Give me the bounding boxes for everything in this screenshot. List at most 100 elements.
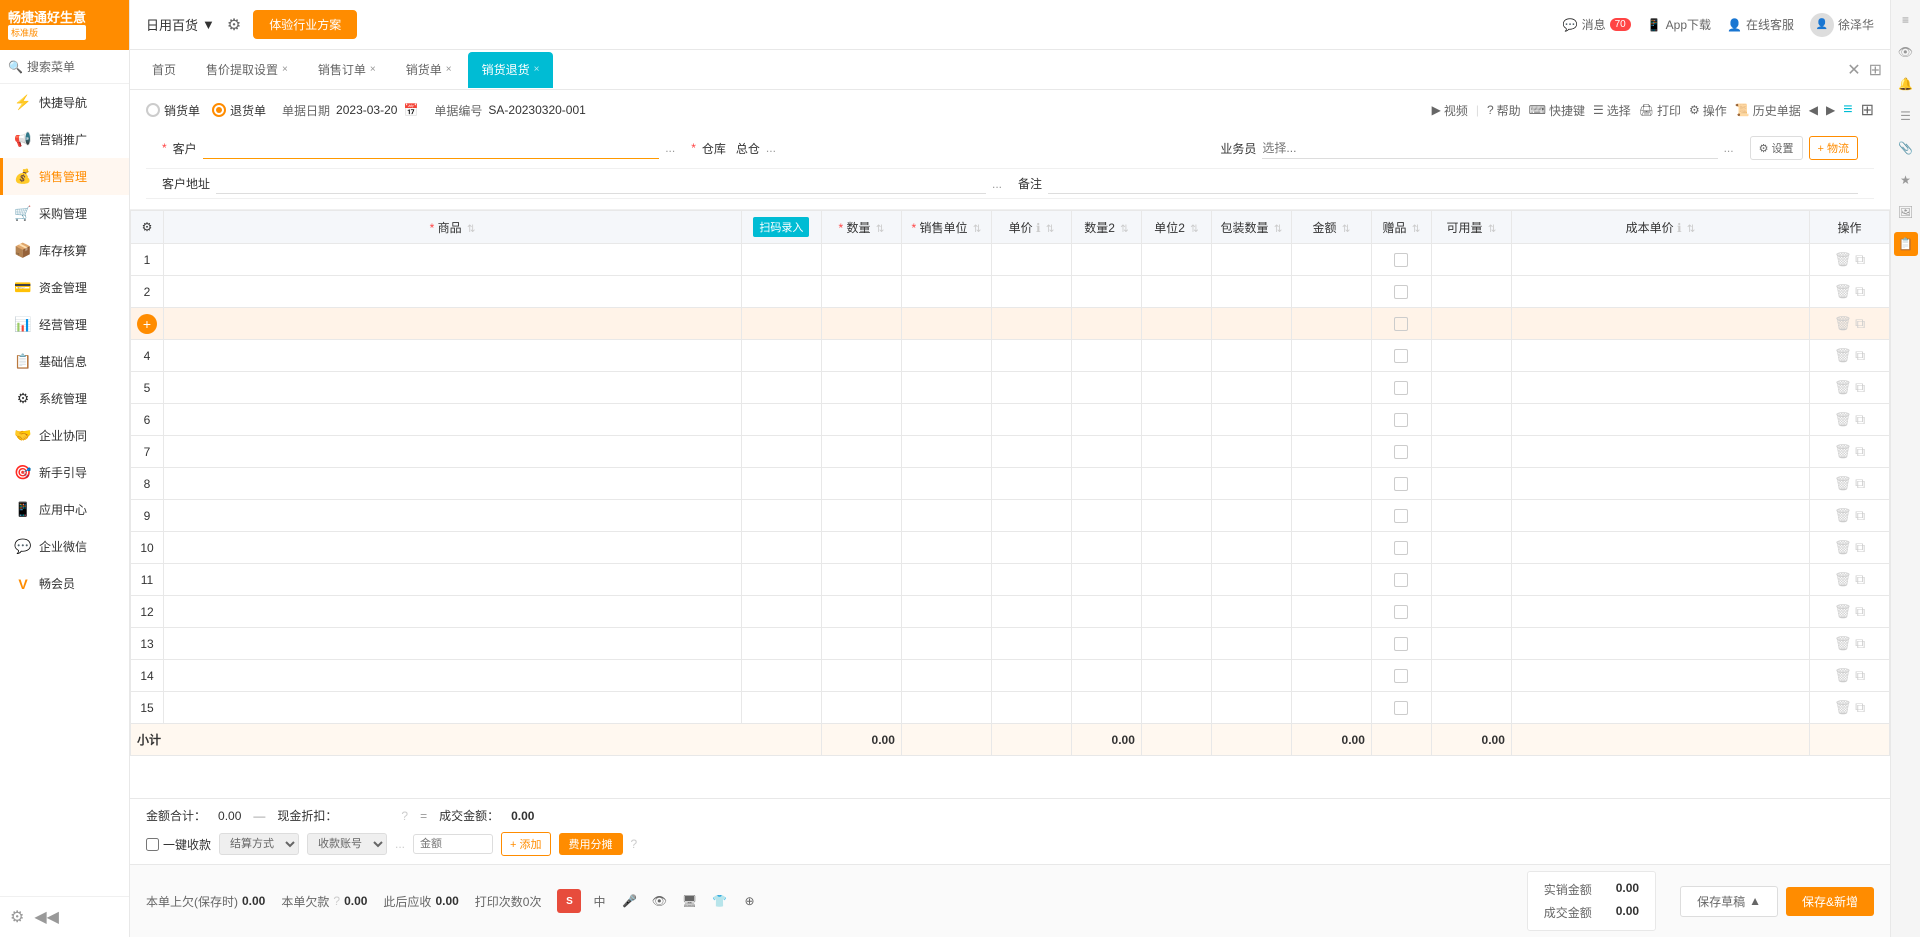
sidebar-item-sales[interactable]: 💰 销售管理 [0,158,129,195]
gift-checkbox[interactable] [1394,381,1408,395]
cell-qty[interactable] [821,532,901,564]
delete-row-btn[interactable]: 🗑 [1834,635,1852,651]
copy-row-btn[interactable]: ⧉ [1855,315,1865,331]
cell-unit[interactable] [901,532,991,564]
cell-unit-price[interactable] [991,628,1071,660]
tool-monitor[interactable]: 🖥 [677,889,701,913]
add-row-btn[interactable]: + [137,314,157,334]
col-cost-info[interactable]: ℹ [1677,221,1682,235]
copy-row-btn[interactable]: ⧉ [1855,443,1865,459]
cell-cost-price[interactable] [1511,372,1809,404]
cell-unit[interactable] [901,628,991,660]
sidebar-item-enterprise[interactable]: 🤝 企业协同 [0,417,129,454]
cell-qty2[interactable] [1071,276,1141,308]
gift-checkbox[interactable] [1394,669,1408,683]
col-unit-price-info[interactable]: ℹ [1036,221,1041,235]
gift-checkbox[interactable] [1394,605,1408,619]
copy-row-btn[interactable]: ⧉ [1855,251,1865,267]
nav-prev-btn[interactable]: ◀ [1809,103,1818,117]
calendar-icon[interactable]: 📅 [403,103,418,117]
setting-btn[interactable]: ⚙ 设置 [1750,136,1803,160]
cell-qty[interactable] [821,436,901,468]
cell-unit[interactable] [901,340,991,372]
video-action[interactable]: ▶ 视频 [1432,102,1468,119]
copy-row-btn[interactable]: ⧉ [1855,475,1865,491]
cell-unit[interactable] [901,692,991,724]
logistics-btn[interactable]: + 物流 [1809,136,1858,160]
cell-unit-price[interactable] [991,436,1071,468]
salesperson-picker[interactable]: ... [1724,141,1734,155]
col-product-sort[interactable]: ⇅ [467,224,475,235]
cell-unit2[interactable] [1141,404,1211,436]
cell-amount[interactable] [1291,340,1371,372]
cell-amount[interactable] [1291,372,1371,404]
cell-available[interactable] [1431,244,1511,276]
arrears-info[interactable]: ? [333,894,340,908]
cell-available[interactable] [1431,340,1511,372]
cell-cost-price[interactable] [1511,500,1809,532]
cell-pkg-qty[interactable] [1211,244,1291,276]
cell-unit[interactable] [901,276,991,308]
scan-btn[interactable]: 扫码录入 [753,217,809,237]
cell-available[interactable] [1431,468,1511,500]
right-icon-3[interactable]: 🔔 [1894,72,1918,96]
copy-row-btn[interactable]: ⧉ [1855,283,1865,299]
cell-available[interactable] [1431,500,1511,532]
info-icon[interactable]: ? [401,809,408,823]
cell-qty[interactable] [821,244,901,276]
cell-gift[interactable] [1371,404,1431,436]
cell-product[interactable] [164,372,742,404]
cell-gift[interactable] [1371,372,1431,404]
cell-pkg-qty[interactable] [1211,404,1291,436]
sidebar-item-shortcut[interactable]: ⚡ 快捷导航 [0,84,129,121]
sidebar-item-basic[interactable]: 📋 基础信息 [0,343,129,380]
tool-shirt[interactable]: 👕 [707,889,731,913]
customer-picker[interactable]: ... [665,141,675,155]
delete-row-btn[interactable]: 🗑 [1834,283,1852,299]
product-input[interactable] [170,317,735,331]
shortcut-action[interactable]: ⌨ 快捷键 [1529,102,1585,119]
cell-unit2[interactable] [1141,468,1211,500]
cell-amount[interactable] [1291,564,1371,596]
cell-product[interactable] [164,468,742,500]
cell-amount[interactable] [1291,692,1371,724]
cell-unit2[interactable] [1141,692,1211,724]
warehouse-picker[interactable]: ... [766,141,776,155]
copy-row-btn[interactable]: ⧉ [1855,603,1865,619]
delete-row-btn[interactable]: 🗑 [1834,347,1852,363]
cell-qty[interactable] [821,340,901,372]
copy-row-btn[interactable]: ⧉ [1855,667,1865,683]
print-action[interactable]: 🖨 打印 [1639,102,1681,119]
delete-row-btn[interactable]: 🗑 [1834,251,1852,267]
return-radio[interactable]: 退货单 [212,102,266,119]
cell-qty2[interactable] [1071,340,1141,372]
right-icon-7[interactable]: 🖼 [1894,200,1918,224]
cell-amount[interactable] [1291,308,1371,340]
cell-product[interactable] [164,500,742,532]
col-unit2-sort[interactable]: ⇅ [1190,224,1198,235]
sidebar-item-finance[interactable]: 💳 资金管理 [0,269,129,306]
gift-checkbox[interactable] [1394,349,1408,363]
cell-unit-price[interactable] [991,244,1071,276]
cell-pkg-qty[interactable] [1211,340,1291,372]
gift-checkbox[interactable] [1394,285,1408,299]
cell-unit[interactable] [901,404,991,436]
cell-unit2[interactable] [1141,564,1211,596]
cell-qty2[interactable] [1071,308,1141,340]
right-icon-5[interactable]: 📎 [1894,136,1918,160]
user-menu[interactable]: 👤 徐泽华 [1810,13,1874,37]
cell-pkg-qty[interactable] [1211,372,1291,404]
cell-amount[interactable] [1291,404,1371,436]
cell-qty2[interactable] [1071,532,1141,564]
cell-qty[interactable] [821,628,901,660]
cell-cost-price[interactable] [1511,692,1809,724]
tool-mic[interactable]: 🎤 [617,889,641,913]
cell-cost-price[interactable] [1511,532,1809,564]
col-cost-sort[interactable]: ⇅ [1687,224,1695,235]
right-icon-2[interactable]: 👁 [1894,40,1918,64]
cell-available[interactable] [1431,532,1511,564]
cell-cost-price[interactable] [1511,596,1809,628]
cell-unit2[interactable] [1141,596,1211,628]
delete-row-btn[interactable]: 🗑 [1834,443,1852,459]
cell-gift[interactable] [1371,436,1431,468]
